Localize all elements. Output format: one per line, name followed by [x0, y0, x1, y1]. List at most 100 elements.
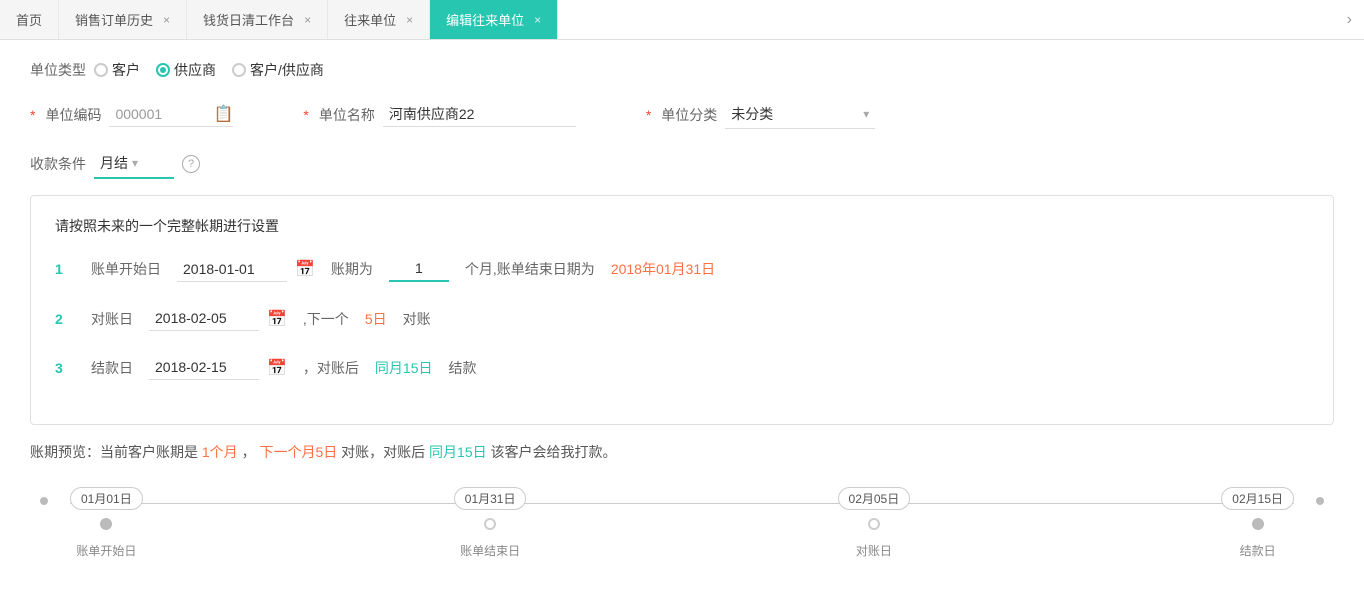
unit-name-label: 单位名称	[319, 105, 375, 125]
preview-sep1: ，	[242, 444, 256, 460]
unit-category-label: 单位分类	[661, 105, 717, 125]
timeline-label-1: 账单开始日	[76, 542, 136, 559]
unit-info-row: * 单位编码 📋 * 单位名称 * 单位分类 未分类 ▾	[30, 100, 1334, 129]
tab-cashflow-label: 钱货日清工作台	[203, 10, 294, 29]
period-num-3: 3	[55, 360, 75, 376]
period-row3-suffix: 结款	[449, 358, 477, 378]
main-content: 单位类型 客户 供应商 客户/供应商 * 单位编码	[0, 40, 1364, 608]
period-end-date-1: 2018年01月31日	[611, 259, 715, 279]
period-row2-suffix: 对账	[403, 309, 431, 329]
period-date-1[interactable]	[177, 257, 287, 282]
unit-code-field: * 单位编码 📋	[30, 102, 233, 127]
timeline: 01月01日 账单开始日 01月31日 账单结束日 02月05日 对账日 02月…	[30, 487, 1334, 559]
period-box: 请按照未来的一个完整帐期进行设置 1 账单开始日 📅 账期为 个月,账单结束日期…	[30, 195, 1334, 425]
unit-category-select[interactable]: 未分类 ▾	[725, 100, 875, 129]
preview-part2: 下一个月5日	[259, 444, 337, 460]
unit-category-field: * 单位分类 未分类 ▾	[646, 100, 875, 129]
tab-edit-partner[interactable]: 编辑往来单位 ×	[430, 0, 558, 39]
timeline-label-3: 对账日	[856, 542, 892, 559]
unit-category-value: 未分类	[731, 104, 859, 124]
period-label-2: 对账日	[91, 309, 133, 329]
radio-both[interactable]: 客户/供应商	[232, 60, 324, 80]
period-cal-icon-3[interactable]: 📅	[267, 358, 287, 378]
preview-part1: 1个月	[202, 444, 238, 460]
radio-supplier[interactable]: 供应商	[156, 60, 216, 80]
timeline-dot-4	[1252, 518, 1264, 530]
period-suffix-after-1: 个月,账单结束日期为	[465, 259, 595, 279]
timeline-dot-1	[100, 518, 112, 530]
unit-code-icon[interactable]: 📋	[213, 104, 233, 124]
unit-type-field: 单位类型 客户 供应商 客户/供应商	[30, 60, 324, 80]
period-row2-text: ,下一个	[303, 309, 349, 329]
period-date-group-1: 📅	[177, 257, 315, 282]
payment-condition-value: 月结	[100, 153, 128, 173]
tab-cashflow-close[interactable]: ×	[304, 13, 311, 27]
unit-code-star: *	[30, 107, 35, 123]
unit-name-input[interactable]	[383, 102, 576, 127]
tab-partner-close[interactable]: ×	[406, 13, 413, 27]
tab-edit-partner-close[interactable]: ×	[534, 13, 541, 27]
radio-customer-circle	[94, 63, 108, 77]
tabs-bar: 首页 销售订单历史 × 钱货日清工作台 × 往来单位 × 编辑往来单位 × ›	[0, 0, 1364, 40]
period-date-group-3: 📅	[149, 355, 287, 380]
period-cal-icon-1[interactable]: 📅	[295, 259, 315, 279]
timeline-items: 01月01日 账单开始日 01月31日 账单结束日 02月05日 对账日 02月…	[40, 487, 1324, 559]
preview-part3: 同月15日	[429, 444, 487, 460]
period-num-1: 1	[55, 261, 75, 277]
timeline-badge-2: 01月31日	[454, 487, 527, 510]
timeline-badge-4: 02月15日	[1221, 487, 1294, 510]
period-date-2[interactable]	[149, 306, 259, 331]
period-suffix-before-1: 账期为	[331, 259, 373, 279]
radio-supplier-label: 供应商	[174, 60, 216, 80]
radio-customer-label: 客户	[112, 60, 140, 80]
unit-name-star: *	[303, 107, 308, 123]
timeline-item-3: 02月05日 对账日	[838, 487, 911, 559]
period-row3-prefix: ，对账后	[303, 358, 359, 378]
timeline-label-2: 账单结束日	[460, 542, 520, 559]
tab-partner-label: 往来单位	[344, 10, 396, 29]
preview-label: 账期预览：当前客户账期是	[30, 444, 198, 460]
period-month-input[interactable]	[389, 256, 449, 282]
timeline-end-dot	[1316, 497, 1324, 505]
period-cal-icon-2[interactable]: 📅	[267, 309, 287, 329]
period-row-2: 2 对账日 📅 ,下一个 5日 对账	[55, 306, 1309, 331]
radio-group: 客户 供应商 客户/供应商	[94, 60, 324, 80]
tab-sales-history[interactable]: 销售订单历史 ×	[59, 0, 187, 39]
period-row2-highlight: 5日	[365, 309, 387, 329]
chevron-down-icon: ▾	[863, 107, 869, 121]
payment-condition-label: 收款条件	[30, 154, 86, 174]
radio-supplier-circle	[156, 63, 170, 77]
unit-code-input[interactable]	[109, 102, 209, 126]
tab-sales-history-close[interactable]: ×	[163, 13, 170, 27]
preview-section: 账期预览：当前客户账期是 1个月 ， 下一个月5日 对账，对账后 同月15日 该…	[30, 441, 1334, 463]
period-row-1: 1 账单开始日 📅 账期为 个月,账单结束日期为 2018年01月31日	[55, 256, 1309, 282]
radio-customer[interactable]: 客户	[94, 60, 140, 80]
tab-cashflow[interactable]: 钱货日清工作台 ×	[187, 0, 328, 39]
tab-home[interactable]: 首页	[0, 0, 59, 39]
payment-condition-select[interactable]: 月结 ▾	[94, 149, 174, 179]
period-date-group-2: 📅	[149, 306, 287, 331]
period-label-3: 结款日	[91, 358, 133, 378]
period-num-2: 2	[55, 311, 75, 327]
unit-name-field: * 单位名称	[303, 102, 575, 127]
timeline-dot-3	[868, 518, 880, 530]
help-icon-label: ?	[188, 158, 194, 170]
tab-sales-history-label: 销售订单历史	[75, 10, 153, 29]
timeline-badge-1: 01月01日	[70, 487, 143, 510]
timeline-dot-2	[484, 518, 496, 530]
radio-both-label: 客户/供应商	[250, 60, 324, 80]
timeline-item-1: 01月01日 账单开始日	[70, 487, 143, 559]
timeline-item-2: 01月31日 账单结束日	[454, 487, 527, 559]
period-title: 请按照未来的一个完整帐期进行设置	[55, 216, 1309, 236]
timeline-start-dot	[40, 497, 48, 505]
period-row3-highlight: 同月15日	[375, 358, 433, 378]
tabs-arrow[interactable]: ›	[1335, 0, 1364, 39]
tab-partner[interactable]: 往来单位 ×	[328, 0, 430, 39]
unit-code-input-wrapper: 📋	[109, 102, 233, 127]
timeline-badge-3: 02月05日	[838, 487, 911, 510]
help-icon[interactable]: ?	[182, 155, 200, 173]
period-date-3[interactable]	[149, 355, 259, 380]
radio-both-circle	[232, 63, 246, 77]
tab-home-label: 首页	[16, 10, 42, 29]
period-label-1: 账单开始日	[91, 259, 161, 279]
